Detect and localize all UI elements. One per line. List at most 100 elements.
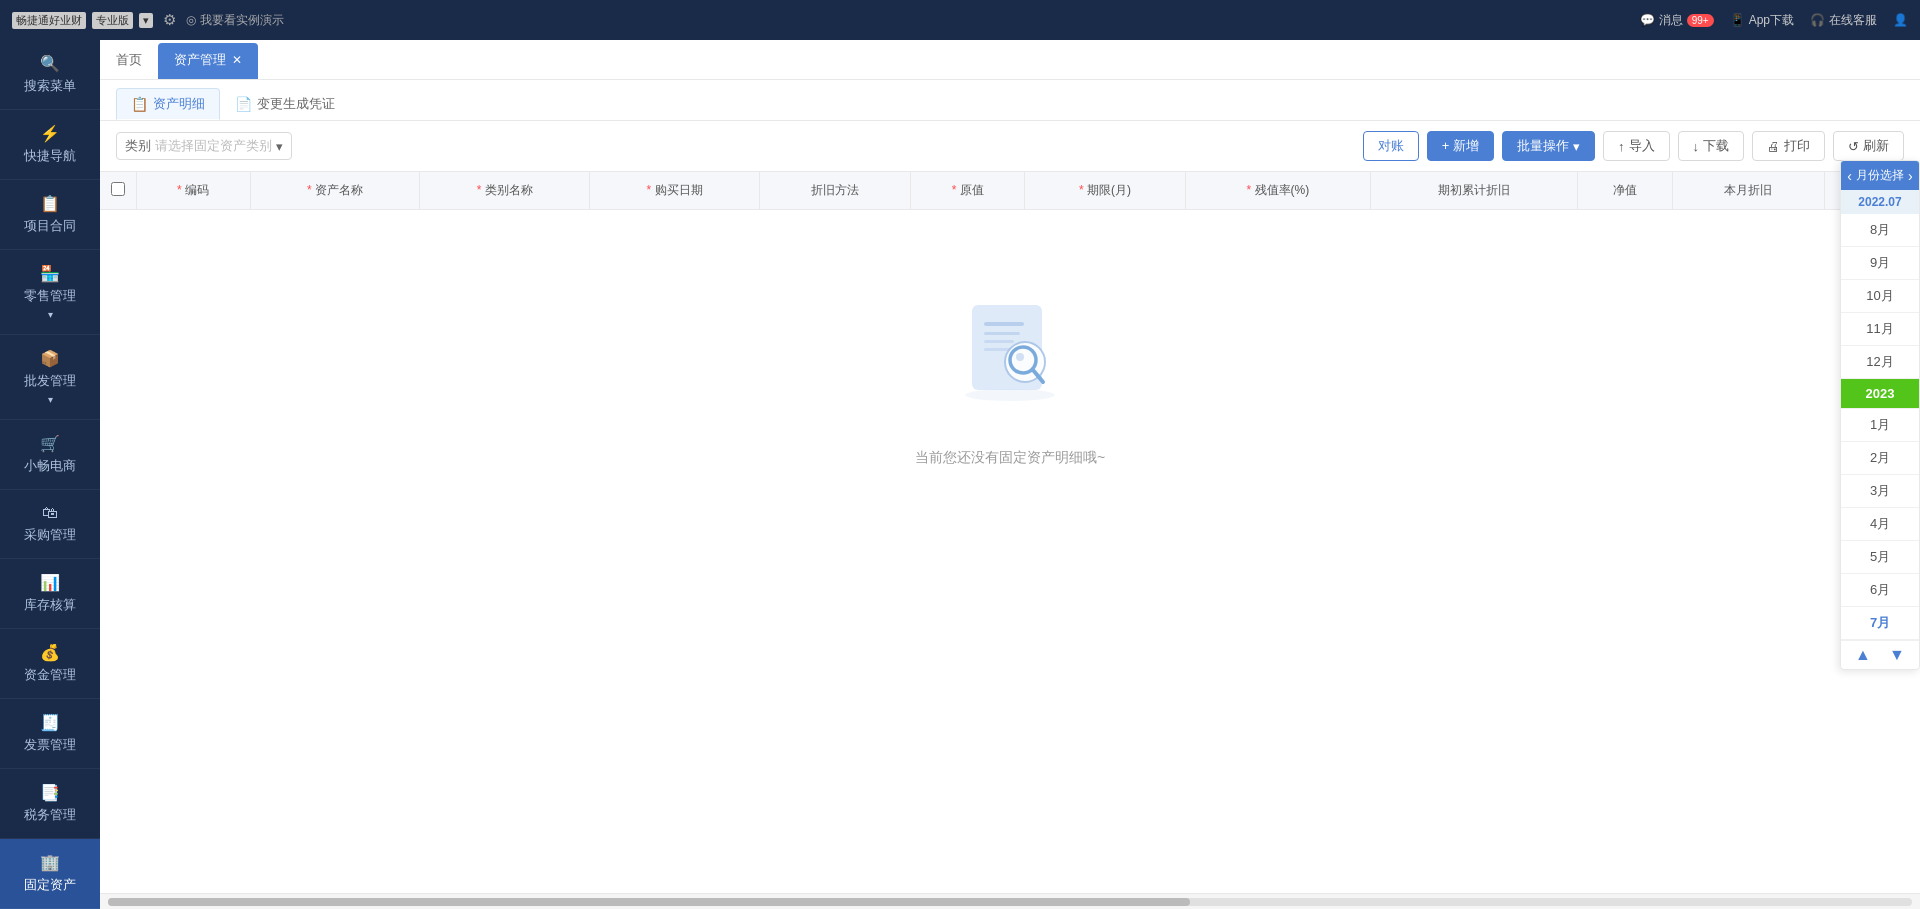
download-button[interactable]: ↓ 下载	[1678, 131, 1745, 161]
month-next-icon[interactable]: ›	[1908, 168, 1913, 184]
sidebar-item-label: 库存核算	[24, 596, 76, 614]
month-item-2[interactable]: 2月	[1841, 442, 1919, 475]
month-item-year-2023[interactable]: 2023	[1841, 379, 1919, 409]
import-icon: ↑	[1618, 139, 1625, 154]
demo-icon: ◎	[186, 13, 196, 27]
select-all-checkbox[interactable]	[111, 182, 125, 196]
col-original-value: 原值	[911, 172, 1025, 210]
table-area: 编码 资产名称 类别名称 购买日期 折旧方法 原值 期限(月) 残值率(%) 期…	[100, 172, 1920, 893]
app-download-button[interactable]: 📱 App下载	[1730, 12, 1794, 29]
sidebar-item-fixed-assets[interactable]: 🏢 固定资产	[0, 839, 100, 909]
invoice-icon: 🧾	[40, 713, 60, 732]
avatar-icon: 👤	[1893, 13, 1908, 27]
sidebar-item-retail[interactable]: 🏪 零售管理 ▾	[0, 250, 100, 335]
dropdown-arrow-icon[interactable]: ▾	[139, 13, 153, 28]
refresh-button[interactable]: ↺ 刷新	[1833, 131, 1904, 161]
message-button[interactable]: 💬 消息 99+	[1640, 12, 1714, 29]
user-avatar[interactable]: 👤	[1893, 13, 1908, 27]
month-item-12[interactable]: 12月	[1841, 346, 1919, 379]
sidebar-item-ecommerce[interactable]: 🛒 小畅电商	[0, 420, 100, 490]
reconcile-label: 对账	[1378, 137, 1404, 155]
batch-operation-button[interactable]: 批量操作 ▾	[1502, 131, 1595, 161]
refresh-label: 刷新	[1863, 137, 1889, 155]
sidebar-item-contract[interactable]: 📋 项目合同	[0, 180, 100, 250]
add-label: + 新增	[1442, 137, 1479, 155]
sidebar-item-finance[interactable]: 💰 资金管理	[0, 629, 100, 699]
tab-asset-management[interactable]: 资产管理 ✕	[158, 43, 258, 79]
asset-management-tab-label: 资产管理	[174, 51, 226, 69]
select-all-cell[interactable]	[100, 172, 136, 210]
sidebar-item-label: 固定资产	[24, 876, 76, 894]
sub-tab-change-voucher[interactable]: 📄 变更生成凭证	[220, 88, 350, 120]
sidebar-item-quicknav[interactable]: ⚡ 快捷导航	[0, 110, 100, 180]
month-panel-header: ‹ 月份选择 ›	[1841, 161, 1919, 190]
month-item-5[interactable]: 5月	[1841, 541, 1919, 574]
month-item-11[interactable]: 11月	[1841, 313, 1919, 346]
change-voucher-icon: 📄	[235, 96, 252, 112]
sidebar-item-purchase[interactable]: 🛍 采购管理	[0, 490, 100, 559]
tab-close-icon[interactable]: ✕	[232, 53, 242, 67]
quicknav-icon: ⚡	[40, 124, 60, 143]
inventory-icon: 📊	[40, 573, 60, 592]
message-badge: 99+	[1687, 14, 1714, 27]
demo-link[interactable]: ◎ 我要看实例演示	[186, 12, 284, 29]
month-scroll-up-icon[interactable]: ▲	[1855, 646, 1871, 664]
month-prev-icon[interactable]: ‹	[1847, 168, 1852, 184]
retail-icon: 🏪	[40, 264, 60, 283]
import-button[interactable]: ↑ 导入	[1603, 131, 1670, 161]
month-item-8[interactable]: 8月	[1841, 214, 1919, 247]
month-item-6[interactable]: 6月	[1841, 574, 1919, 607]
sidebar-item-tax[interactable]: 📑 税务管理	[0, 769, 100, 839]
col-net-value: 净值	[1578, 172, 1673, 210]
sub-tab-asset-detail-label: 资产明细	[153, 95, 205, 113]
refresh-icon: ↺	[1848, 139, 1859, 154]
content-area: 首页 资产管理 ✕ 📋 资产明细 📄 变更生成凭证	[100, 40, 1920, 909]
add-button[interactable]: + 新增	[1427, 131, 1494, 161]
month-scroll-down-icon[interactable]: ▼	[1889, 646, 1905, 664]
month-item-1[interactable]: 1月	[1841, 409, 1919, 442]
online-service-button[interactable]: 🎧 在线客服	[1810, 12, 1877, 29]
empty-illustration	[950, 290, 1070, 429]
online-service-label: 在线客服	[1829, 12, 1877, 29]
horizontal-scrollbar[interactable]	[108, 898, 1912, 906]
company-name[interactable]: 畅捷通好业财 专业版 ▾	[12, 12, 153, 29]
col-depreciation-method: 折旧方法	[759, 172, 910, 210]
sidebar-item-label: 采购管理	[24, 526, 76, 544]
tab-home[interactable]: 首页	[100, 43, 158, 79]
month-item-3[interactable]: 3月	[1841, 475, 1919, 508]
headset-icon: 🎧	[1810, 13, 1825, 27]
sidebar-item-invoice[interactable]: 🧾 发票管理	[0, 699, 100, 769]
message-icon: 💬	[1640, 13, 1655, 27]
print-button[interactable]: 🖨 打印	[1752, 131, 1825, 161]
settings-icon[interactable]: ⚙	[163, 11, 176, 29]
print-icon: 🖨	[1767, 139, 1780, 154]
sidebar-item-label: 项目合同	[24, 217, 76, 235]
empty-state: 当前您还没有固定资产明细哦~	[100, 210, 1920, 547]
download-icon: ↓	[1693, 139, 1700, 154]
top-bar: 畅捷通好业财 专业版 ▾ ⚙ ◎ 我要看实例演示 💬 消息 99+ 📱 App下…	[0, 0, 1920, 40]
expand-arrow-icon: ▾	[48, 394, 53, 405]
sidebar-item-label: 税务管理	[24, 806, 76, 824]
col-period: 期限(月)	[1025, 172, 1186, 210]
app-download-label: App下载	[1749, 12, 1794, 29]
nav-tabs-bar: 首页 资产管理 ✕	[100, 40, 1920, 80]
sidebar-item-inventory[interactable]: 📊 库存核算	[0, 559, 100, 629]
svg-rect-3	[984, 322, 1024, 326]
sidebar-item-wholesale[interactable]: 📦 批发管理 ▾	[0, 335, 100, 420]
sidebar-item-search[interactable]: 🔍 搜索菜单	[0, 40, 100, 110]
reconcile-button[interactable]: 对账	[1363, 131, 1419, 161]
sub-tab-asset-detail[interactable]: 📋 资产明细	[116, 88, 220, 120]
category-filter[interactable]: 类别 请选择固定资产类别 ▾	[116, 132, 292, 160]
month-panel-year: 2022.07	[1841, 190, 1919, 214]
month-item-9[interactable]: 9月	[1841, 247, 1919, 280]
month-item-7[interactable]: 7月	[1841, 607, 1919, 640]
finance-icon: 💰	[40, 643, 60, 662]
table-header: 编码 资产名称 类别名称 购买日期 折旧方法 原值 期限(月) 残值率(%) 期…	[100, 172, 1920, 210]
month-item-4[interactable]: 4月	[1841, 508, 1919, 541]
home-tab-label: 首页	[116, 51, 142, 69]
col-residual-rate: 残值率(%)	[1185, 172, 1370, 210]
col-asset-name: 资产名称	[250, 172, 420, 210]
month-item-10[interactable]: 10月	[1841, 280, 1919, 313]
scrollbar-thumb[interactable]	[108, 898, 1190, 906]
sidebar-item-label: 批发管理	[24, 372, 76, 390]
